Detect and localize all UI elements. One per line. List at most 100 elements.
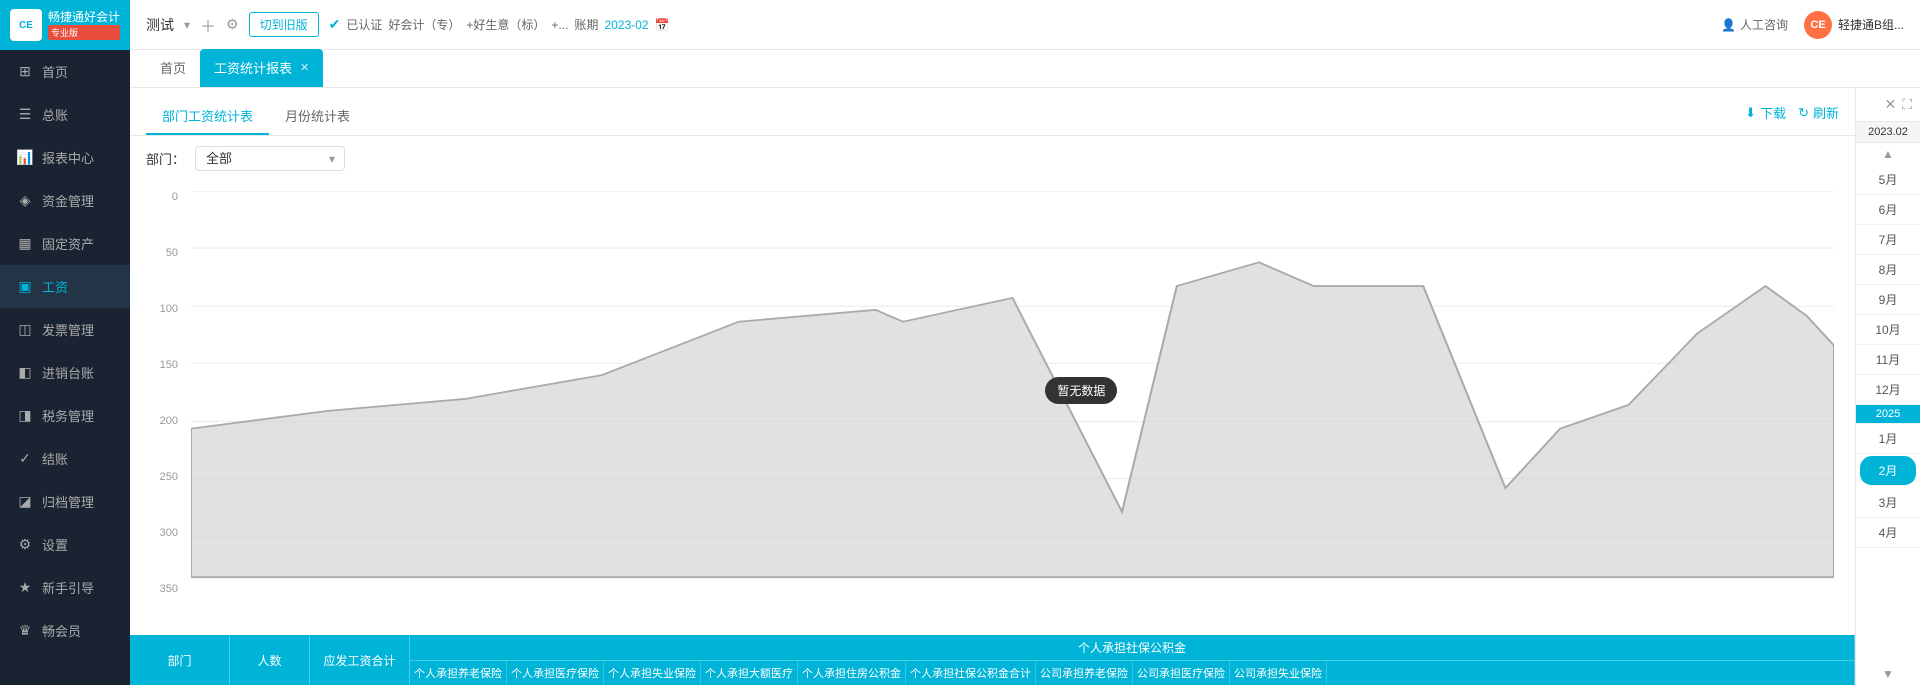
- th-company-medical: 公司承担医疗保险: [1133, 661, 1230, 685]
- expand-panel-icon[interactable]: ⛶: [1902, 96, 1912, 113]
- sidebar-label-home: 首页: [42, 62, 68, 81]
- archive-icon: ◪: [16, 493, 34, 510]
- toolbar-actions: ⬇ 下载 ↻ 刷新: [1745, 103, 1839, 130]
- sidebar-item-invoice[interactable]: ◫ 发票管理: [0, 308, 130, 351]
- tab-salary-report-label: 工资统计报表: [214, 58, 292, 77]
- th-dept: 部门: [130, 635, 230, 685]
- sidebar-label-salary: 工资: [42, 277, 68, 296]
- download-button[interactable]: ⬇ 下载: [1745, 103, 1786, 122]
- th-personal-housing: 个人承担住房公积金: [798, 661, 906, 685]
- salary-icon: ▣: [16, 278, 34, 295]
- month-5[interactable]: 5月: [1856, 165, 1920, 195]
- sidebar-item-settings[interactable]: ⚙ 设置: [0, 523, 130, 566]
- dept-select[interactable]: 全部: [195, 146, 345, 171]
- th-personal-bigmedical: 个人承担大额医疗: [701, 661, 798, 685]
- month-6[interactable]: 6月: [1856, 195, 1920, 225]
- download-icon: ⬇: [1745, 105, 1756, 121]
- sidebar-item-newguide[interactable]: ★ 新手引导: [0, 566, 130, 609]
- status-good-biz: +好生意（标）: [466, 16, 545, 33]
- sidebar-item-settlement[interactable]: ✓ 结账: [0, 437, 130, 480]
- sidebar-label-reports: 报表中心: [42, 148, 94, 167]
- month-7[interactable]: 7月: [1856, 225, 1920, 255]
- home-icon: ⊞: [16, 63, 34, 80]
- y-label-0: 350: [146, 583, 186, 595]
- assets-icon: ▦: [16, 235, 34, 252]
- sidebar-item-home[interactable]: ⊞ 首页: [0, 50, 130, 93]
- username[interactable]: 轻捷通B组...: [1838, 16, 1904, 33]
- month-11[interactable]: 11月: [1856, 345, 1920, 375]
- month-2025-1[interactable]: 1月: [1856, 424, 1920, 454]
- th-company-pension: 公司承担养老保险: [1036, 661, 1133, 685]
- sidebar-label-funds: 资金管理: [42, 191, 94, 210]
- year-2025-marker: 2025: [1856, 405, 1920, 424]
- month-2025-3[interactable]: 3月: [1856, 488, 1920, 518]
- tabs-bar: 首页 工资统计报表 ✕: [130, 50, 1920, 88]
- sub-tab-dept[interactable]: 部门工资统计表: [146, 98, 269, 135]
- close-panel-icon[interactable]: ✕: [1884, 96, 1896, 113]
- th-group-title: 个人承担社保公积金: [410, 635, 1854, 661]
- th-personal-pension: 个人承担养老保险: [410, 661, 507, 685]
- month-8[interactable]: 8月: [1856, 255, 1920, 285]
- th-personal-total: 个人承担社保公积金合计: [906, 661, 1036, 685]
- tab-home-label: 首页: [160, 58, 186, 77]
- month-9[interactable]: 9月: [1856, 285, 1920, 315]
- service-label: 人工咨询: [1740, 16, 1788, 33]
- company-settings-icon[interactable]: ⚙: [226, 16, 239, 33]
- refresh-button[interactable]: ↻ 刷新: [1798, 103, 1839, 122]
- chart-svg: [191, 191, 1834, 595]
- month-2025-2[interactable]: 2月: [1860, 456, 1916, 486]
- calendar-icon[interactable]: 📅: [654, 18, 669, 32]
- table-header: 部门 人数 应发工资合计 个人承担社保公积金 个人承担养老保险 个人承担医疗保险…: [130, 635, 1855, 685]
- month-12[interactable]: 12月: [1856, 375, 1920, 405]
- sub-tab-monthly[interactable]: 月份统计表: [269, 98, 366, 135]
- sidebar-item-vip[interactable]: ♛ 畅会员: [0, 609, 130, 652]
- service-button[interactable]: 👤 人工咨询: [1721, 16, 1788, 33]
- switch-old-mode-button[interactable]: 切到旧版: [249, 12, 319, 37]
- sidebar-label-vip: 畅会员: [42, 621, 81, 640]
- sidebar-item-reports[interactable]: 📊 报表中心: [0, 136, 130, 179]
- refresh-label: 刷新: [1813, 103, 1839, 122]
- sidebar-item-assets[interactable]: ▦ 固定资产: [0, 222, 130, 265]
- scroll-down-arrow[interactable]: ▼: [1856, 663, 1920, 685]
- right-panel-header: ✕ ⛶: [1856, 88, 1920, 122]
- certified-icon: ✔: [329, 16, 341, 33]
- sidebar-label-ledger: 总账: [42, 105, 68, 124]
- add-company-button[interactable]: ＋: [200, 13, 216, 37]
- avatar: CE: [1804, 11, 1832, 39]
- sidebar-item-tax[interactable]: ◨ 税务管理: [0, 394, 130, 437]
- th-company-unemploy: 公司承担失业保险: [1230, 661, 1327, 685]
- tab-close-icon[interactable]: ✕: [300, 61, 309, 74]
- month-2025-4[interactable]: 4月: [1856, 518, 1920, 548]
- reports-icon: 📊: [16, 149, 34, 166]
- settlement-icon: ✓: [16, 450, 34, 467]
- user-area: CE 轻捷通B组...: [1804, 11, 1904, 39]
- sub-tabs: 部门工资统计表 月份统计表 ⬇ 下载 ↻ 刷新: [130, 88, 1855, 136]
- month-10[interactable]: 10月: [1856, 315, 1920, 345]
- th-group-cols: 个人承担养老保险 个人承担医疗保险 个人承担失业保险 个人承担大额医疗 个人承担…: [410, 661, 1854, 685]
- sidebar-nav: ⊞ 首页 ☰ 总账 📊 报表中心 ◈ 资金管理 ▦ 固定资产 ▣ 工资 ◫ 发票…: [0, 50, 130, 685]
- right-panel: ✕ ⛶ 2023.02 ▲ 5月 6月 7月 8月 9月 10月 11月 12月…: [1855, 88, 1920, 685]
- tab-salary-report[interactable]: 工资统计报表 ✕: [200, 49, 323, 87]
- tab-home[interactable]: 首页: [146, 49, 200, 87]
- sidebar-label-archive: 归档管理: [42, 492, 94, 511]
- sidebar-item-ledger[interactable]: ☰ 总账: [0, 93, 130, 136]
- th-group-personal: 个人承担社保公积金 个人承担养老保险 个人承担医疗保险 个人承担失业保险 个人承…: [410, 635, 1855, 685]
- company-name: 测试: [146, 15, 174, 35]
- logo-badge: 专业版: [48, 25, 120, 40]
- sidebar-label-settings: 设置: [42, 535, 68, 554]
- sidebar-item-funds[interactable]: ◈ 资金管理: [0, 179, 130, 222]
- period-label: 账期: [574, 16, 598, 33]
- sidebar-item-salary[interactable]: ▣ 工资: [0, 265, 130, 308]
- newguide-icon: ★: [16, 579, 34, 596]
- topbar-right: 👤 人工咨询 CE 轻捷通B组...: [1721, 11, 1904, 39]
- ledger-icon: ☰: [16, 106, 34, 123]
- sidebar-item-purchase[interactable]: ◧ 进销台账: [0, 351, 130, 394]
- y-label-3: 200: [146, 415, 186, 427]
- period-value[interactable]: 2023-02: [604, 18, 648, 32]
- vip-icon: ♛: [16, 622, 34, 639]
- y-label-7: 0: [146, 191, 186, 203]
- tax-icon: ◨: [16, 407, 34, 424]
- sidebar-item-archive[interactable]: ◪ 归档管理: [0, 480, 130, 523]
- company-dropdown-icon[interactable]: ▾: [184, 18, 190, 32]
- scroll-up-arrow[interactable]: ▲: [1856, 143, 1920, 165]
